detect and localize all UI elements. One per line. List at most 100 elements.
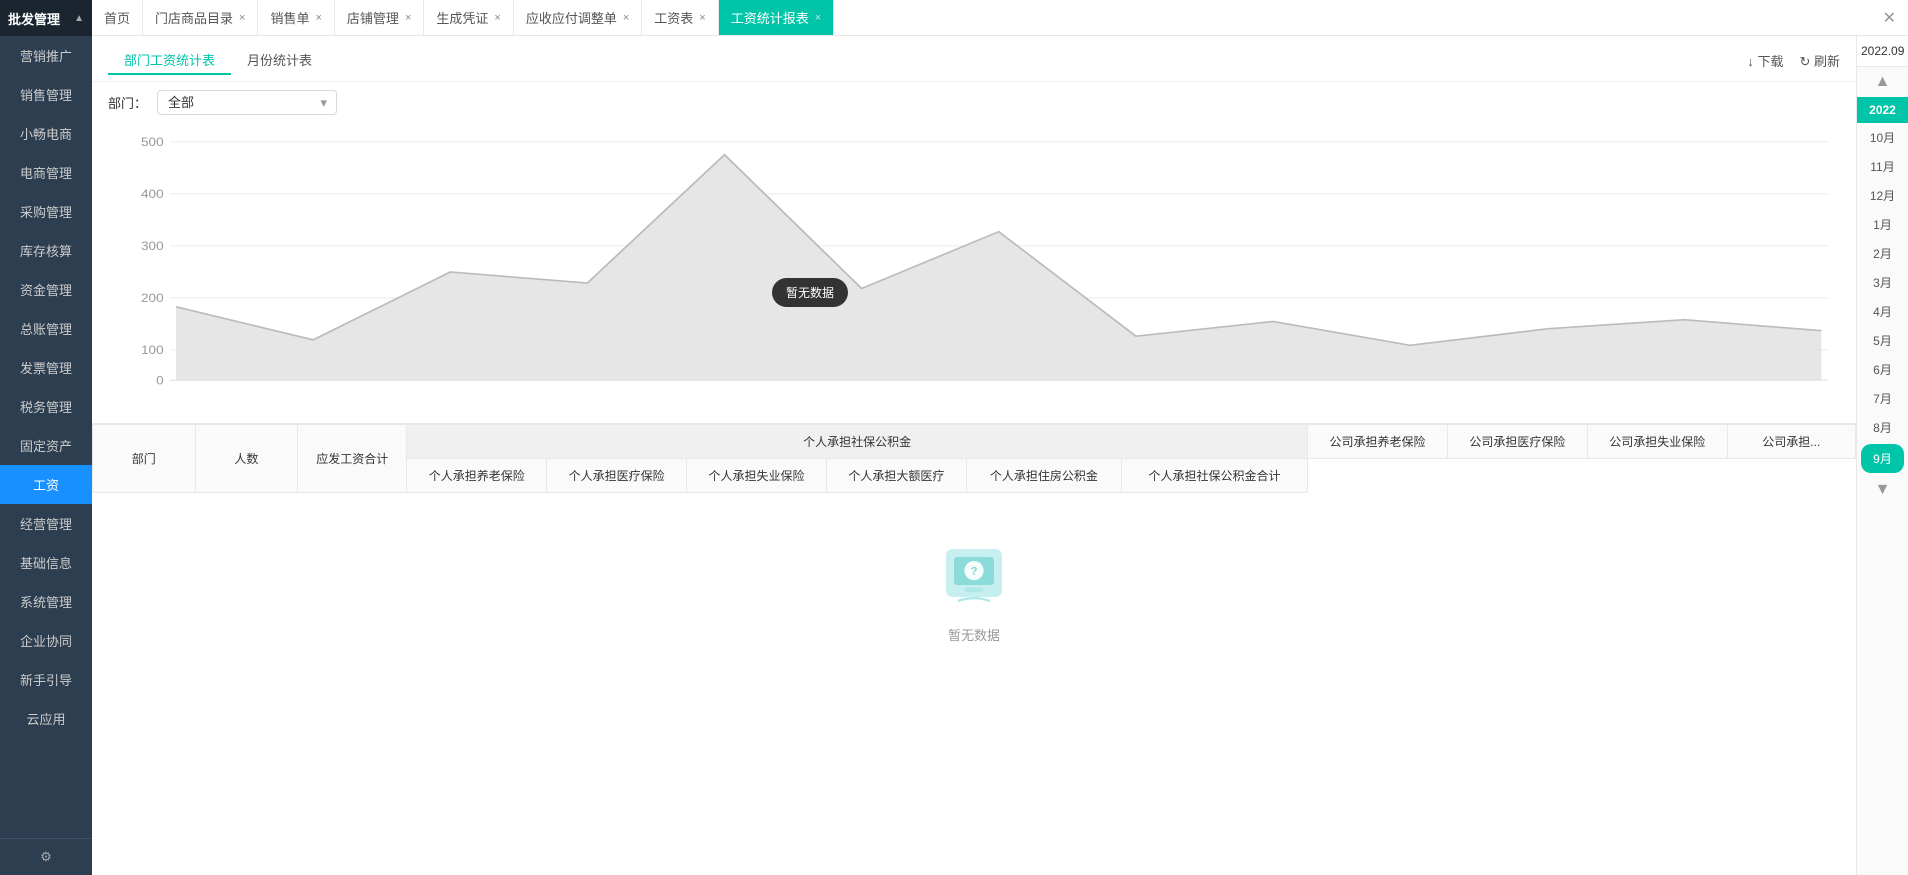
month-item-7月[interactable]: 7月 bbox=[1857, 384, 1908, 413]
svg-text:200: 200 bbox=[141, 291, 164, 305]
sidebar-item-库存核算[interactable]: 库存核算 bbox=[0, 231, 92, 270]
chart-svg: 500 400 300 200 100 0 bbox=[108, 131, 1840, 391]
tab-close-icon[interactable]: × bbox=[815, 12, 821, 24]
sidebar-item-电商管理[interactable]: 电商管理 bbox=[0, 153, 92, 192]
sidebar-item-采购管理[interactable]: 采购管理 bbox=[0, 192, 92, 231]
sidebar-item-销售管理[interactable]: 销售管理 bbox=[0, 75, 92, 114]
svg-text:300: 300 bbox=[141, 239, 164, 253]
main-area: 首页门店商品目录×销售单×店铺管理×生成凭证×应收应付调整单×工资表×工资统计报… bbox=[92, 0, 1908, 875]
sidebar-item-工资[interactable]: 工资 bbox=[0, 465, 92, 504]
month-item-1月[interactable]: 1月 bbox=[1857, 210, 1908, 239]
settings-icon: ⚙ bbox=[40, 849, 52, 864]
tabs-bar: 首页门店商品目录×销售单×店铺管理×生成凭证×应收应付调整单×工资表×工资统计报… bbox=[92, 0, 1908, 36]
month-item-10月[interactable]: 10月 bbox=[1857, 123, 1908, 152]
tab-close-icon[interactable]: × bbox=[405, 12, 411, 24]
department-select[interactable]: 全部销售部财务部采购部仓储部 bbox=[157, 90, 337, 115]
month-item-6月[interactable]: 6月 bbox=[1857, 355, 1908, 384]
close-all-tabs-button[interactable]: ✕ bbox=[1871, 8, 1908, 28]
month-item-5月[interactable]: 5月 bbox=[1857, 326, 1908, 355]
subtab-月份统计表[interactable]: 月份统计表 bbox=[231, 46, 328, 75]
month-item-11月[interactable]: 11月 bbox=[1857, 152, 1908, 181]
sidebar-arrow-icon: ▲ bbox=[74, 13, 84, 24]
sidebar-item-发票管理[interactable]: 发票管理 bbox=[0, 348, 92, 387]
month-item-12月[interactable]: 12月 bbox=[1857, 181, 1908, 210]
tab-label: 生成凭证 bbox=[436, 8, 488, 27]
toolbar-actions: ↓ 下载 ↻ 刷新 bbox=[1747, 51, 1840, 70]
tab-工资表[interactable]: 工资表× bbox=[642, 0, 718, 36]
sidebar-item-新手引导[interactable]: 新手引导 bbox=[0, 660, 92, 699]
tab-首页[interactable]: 首页 bbox=[92, 0, 143, 36]
svg-text:100: 100 bbox=[141, 343, 164, 357]
tab-店铺管理[interactable]: 店铺管理× bbox=[335, 0, 424, 36]
col-header-部门: 部门 bbox=[93, 425, 196, 493]
col-header-个人承担住房公积金: 个人承担住房公积金 bbox=[966, 459, 1121, 493]
sidebar-item-营销推广[interactable]: 营销推广 bbox=[0, 36, 92, 75]
sidebar-item-经营管理[interactable]: 经营管理 bbox=[0, 504, 92, 543]
tab-label: 工资统计报表 bbox=[731, 8, 809, 27]
department-select-wrapper: 全部销售部财务部采购部仓储部 bbox=[157, 90, 337, 115]
svg-text:0: 0 bbox=[156, 373, 164, 387]
department-filter-label: 部门： bbox=[108, 93, 147, 112]
sidebar-item-基础信息[interactable]: 基础信息 bbox=[0, 543, 92, 582]
tab-close-icon[interactable]: × bbox=[315, 12, 321, 24]
tab-close-icon[interactable]: × bbox=[494, 12, 500, 24]
col-header-应发工资合计: 应发工资合计 bbox=[298, 425, 407, 493]
sidebar-item-税务管理[interactable]: 税务管理 bbox=[0, 387, 92, 426]
empty-icon: ? bbox=[934, 533, 1014, 613]
col-header-公司承担...: 公司承担... bbox=[1727, 425, 1855, 459]
month-item-3月[interactable]: 3月 bbox=[1857, 268, 1908, 297]
sidebar-item-系统管理[interactable]: 系统管理 bbox=[0, 582, 92, 621]
tab-close-icon[interactable]: × bbox=[239, 12, 245, 24]
col-header-公司承担医疗保险: 公司承担医疗保险 bbox=[1447, 425, 1587, 459]
col-header-公司承担失业保险: 公司承担失业保险 bbox=[1587, 425, 1727, 459]
content-area: 部门工资统计表月份统计表 ↓ 下载 ↻ 刷新 部门： 全部销售部财务部采购部仓储… bbox=[92, 36, 1908, 875]
col-header-个人承担医疗保险: 个人承担医疗保险 bbox=[547, 459, 687, 493]
toolbar: 部门工资统计表月份统计表 ↓ 下载 ↻ 刷新 bbox=[92, 36, 1856, 82]
table-container[interactable]: 部门人数应发工资合计个人承担社保公积金公司承担养老保险公司承担医疗保险公司承担失… bbox=[92, 423, 1856, 875]
month-item-9月[interactable]: 9月 bbox=[1861, 444, 1904, 473]
date-panel: 2022.09 ▲ 202210月11月12月1月2月3月4月5月6月7月8月9… bbox=[1856, 36, 1908, 875]
empty-state: ? 暂无数据 bbox=[92, 493, 1856, 684]
date-nav-up[interactable]: ▲ bbox=[1857, 67, 1908, 97]
sidebar-item-企业协同[interactable]: 企业协同 bbox=[0, 621, 92, 660]
sidebar-title: 批发管理 bbox=[8, 9, 60, 28]
col-header-个人承担社保公积金合计: 个人承担社保公积金合计 bbox=[1122, 459, 1308, 493]
col-header-个人承担大额医疗: 个人承担大额医疗 bbox=[826, 459, 966, 493]
content-main: 部门工资统计表月份统计表 ↓ 下载 ↻ 刷新 部门： 全部销售部财务部采购部仓储… bbox=[92, 36, 1856, 875]
tab-应收应付调整单[interactable]: 应收应付调整单× bbox=[514, 0, 642, 36]
year-label[interactable]: 2022 bbox=[1857, 97, 1908, 123]
sidebar-item-资金管理[interactable]: 资金管理 bbox=[0, 270, 92, 309]
tab-销售单[interactable]: 销售单 × bbox=[258, 0, 334, 36]
empty-text: 暂无数据 bbox=[948, 625, 1000, 644]
download-button[interactable]: ↓ 下载 bbox=[1747, 51, 1783, 70]
svg-text:400: 400 bbox=[141, 187, 164, 201]
tab-close-icon[interactable]: × bbox=[623, 12, 629, 24]
group-header-personal: 个人承担社保公积金 bbox=[407, 425, 1308, 459]
tab-close-icon[interactable]: × bbox=[699, 12, 705, 24]
sidebar-item-小畅电商[interactable]: 小畅电商 bbox=[0, 114, 92, 153]
tab-label: 销售单 bbox=[270, 8, 309, 27]
month-item-2月[interactable]: 2月 bbox=[1857, 239, 1908, 268]
svg-text:?: ? bbox=[971, 566, 978, 578]
sidebar-settings[interactable]: ⚙ bbox=[0, 838, 92, 875]
tab-生成凭证[interactable]: 生成凭证 × bbox=[424, 0, 513, 36]
svg-text:500: 500 bbox=[141, 135, 164, 149]
sidebar-item-固定资产[interactable]: 固定资产 bbox=[0, 426, 92, 465]
date-panel-current: 2022.09 bbox=[1857, 36, 1908, 67]
date-items-container: 202210月11月12月1月2月3月4月5月6月7月8月9月 bbox=[1857, 97, 1908, 475]
date-nav-down[interactable]: ▼ bbox=[1857, 475, 1908, 505]
refresh-button[interactable]: ↻ 刷新 bbox=[1799, 51, 1840, 70]
col-header-人数: 人数 bbox=[195, 425, 298, 493]
tab-门店商品目录[interactable]: 门店商品目录× bbox=[143, 0, 258, 36]
subtab-部门工资统计表[interactable]: 部门工资统计表 bbox=[108, 46, 231, 75]
sidebar: 批发管理 ▲ 营销推广销售管理小畅电商电商管理采购管理库存核算资金管理总账管理发… bbox=[0, 0, 92, 875]
tab-label: 首页 bbox=[104, 8, 130, 27]
sidebar-item-总账管理[interactable]: 总账管理 bbox=[0, 309, 92, 348]
month-item-4月[interactable]: 4月 bbox=[1857, 297, 1908, 326]
month-item-8月[interactable]: 8月 bbox=[1857, 413, 1908, 442]
sidebar-header[interactable]: 批发管理 ▲ bbox=[0, 0, 92, 36]
sidebar-item-云应用[interactable]: 云应用 bbox=[0, 699, 92, 738]
tab-工资统计报表[interactable]: 工资统计报表 × bbox=[719, 0, 834, 36]
tabs-container: 首页门店商品目录×销售单×店铺管理×生成凭证×应收应付调整单×工资表×工资统计报… bbox=[92, 0, 1871, 36]
col-header-公司承担养老保险: 公司承担养老保险 bbox=[1308, 425, 1448, 459]
